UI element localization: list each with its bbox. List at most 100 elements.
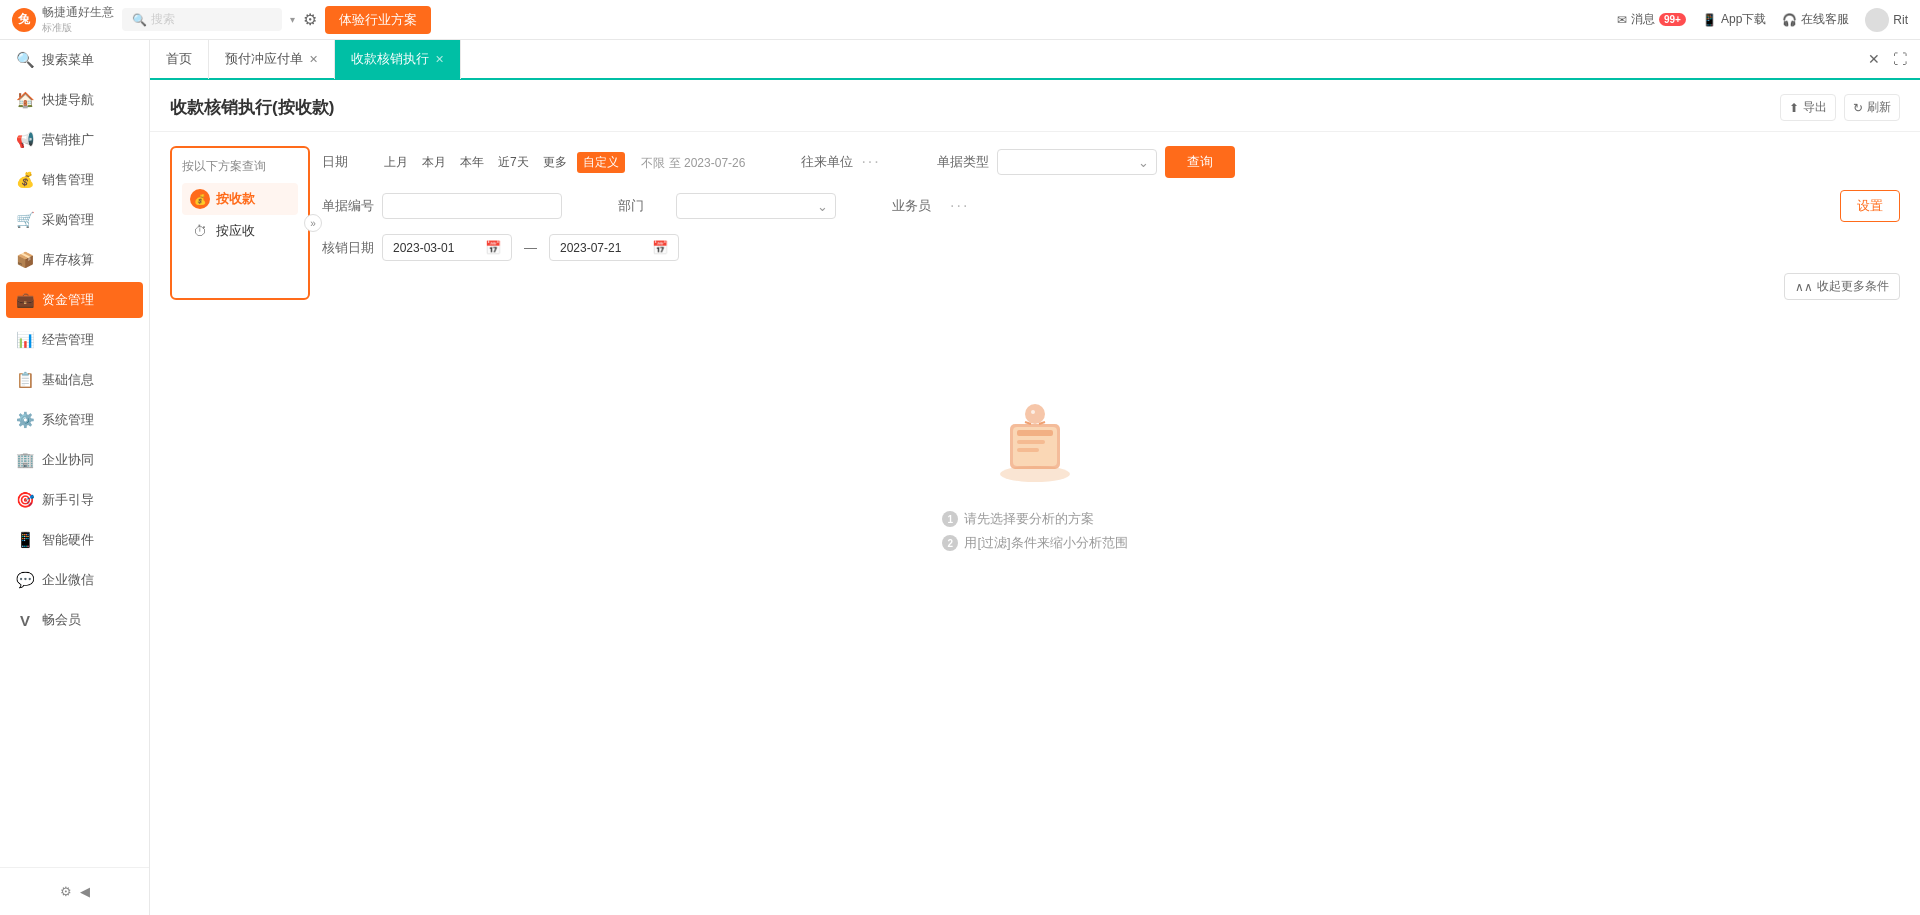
close-tab-button[interactable]: ✕	[1862, 47, 1886, 71]
quick-nav-icon: 🏠	[16, 91, 34, 109]
empty-tip-2: 2 用[过滤]条件来缩小分析范围	[942, 534, 1127, 552]
tab-prepay[interactable]: 预付冲应付单 ✕	[209, 40, 335, 79]
calendar-to-icon[interactable]: 📅	[652, 240, 668, 255]
purchase-icon: 🛒	[16, 211, 34, 229]
sidebar-item-operations[interactable]: 📊 经营管理	[0, 320, 149, 360]
sidebar-item-smart-hw[interactable]: 📱 智能硬件	[0, 520, 149, 560]
sidebar-item-search-menu[interactable]: 🔍 搜索菜单	[0, 40, 149, 80]
by-receipt-icon: 💰	[190, 189, 210, 209]
sidebar-item-member[interactable]: V 畅会员	[0, 600, 149, 640]
wechat-icon: 💬	[16, 571, 34, 589]
message-icon: ✉	[1617, 13, 1627, 27]
topbar-right: ✉ 消息 99+ 📱 App下载 🎧 在线客服 Rit	[1617, 8, 1908, 32]
staff-label: 业务员	[892, 197, 942, 215]
filter-row-1: 日期 上月 本月 本年 近7天 更多 自定义	[322, 146, 1900, 178]
topbar-gear-icon[interactable]: ⚙	[303, 10, 317, 29]
sales-icon: 💰	[16, 171, 34, 189]
tab-receipt-verify[interactable]: 收款核销执行 ✕	[335, 40, 461, 79]
by-receivable-icon: ⏱	[190, 221, 210, 241]
filter-row-3: 核销日期 2023-03-01 📅 — 2023-07-21 📅	[322, 234, 1900, 261]
service-icon: 🎧	[1782, 13, 1797, 27]
expand-tab-button[interactable]: ⛶	[1888, 47, 1912, 71]
sidebar-item-finance[interactable]: 💼 资金管理	[6, 282, 143, 318]
app-download-button[interactable]: 📱 App下载	[1702, 11, 1766, 28]
messages-button[interactable]: ✉ 消息 99+	[1617, 11, 1686, 28]
filter-panel-title: 按以下方案查询	[182, 158, 298, 175]
tab-bar: 首页 预付冲应付单 ✕ 收款核销执行 ✕ ✕ ⛶	[150, 40, 1920, 80]
date-shortcut-7days[interactable]: 近7天	[494, 152, 533, 173]
voucher-type-select-wrap	[997, 149, 1157, 175]
sidebar-item-marketing[interactable]: 📢 营销推广	[0, 120, 149, 160]
sidebar-item-purchase[interactable]: 🛒 采购管理	[0, 200, 149, 240]
content-area: 首页 预付冲应付单 ✕ 收款核销执行 ✕ ✕ ⛶ 收款核销执行(按收款)	[150, 40, 1920, 915]
topbar-chevron-icon[interactable]: ▾	[290, 14, 295, 25]
date-shortcuts: 上月 本月 本年 近7天 更多 自定义	[380, 152, 625, 173]
tab-receipt-verify-close-icon[interactable]: ✕	[435, 53, 444, 66]
user-menu[interactable]: Rit	[1865, 8, 1908, 32]
sidebar-item-wechat[interactable]: 💬 企业微信	[0, 560, 149, 600]
search-input[interactable]: 🔍 搜索	[122, 8, 282, 31]
voucher-type-select[interactable]	[997, 149, 1157, 175]
svg-point-7	[1031, 410, 1035, 414]
search-icon: 🔍	[132, 13, 147, 27]
sidebar-bottom-row: ⚙ ◀	[0, 876, 149, 907]
sidebar-item-inventory[interactable]: 📦 库存核算	[0, 240, 149, 280]
page-header: 收款核销执行(按收款) ⬆ 导出 ↻ 刷新	[150, 80, 1920, 132]
query-button[interactable]: 查询	[1165, 146, 1235, 178]
date-shortcut-this-year[interactable]: 本年	[456, 152, 488, 173]
verify-date-from-input[interactable]: 2023-03-01 📅	[382, 234, 512, 261]
filter-by-receipt[interactable]: 💰 按收款	[182, 183, 298, 215]
sidebar-item-basic-info[interactable]: 📋 基础信息	[0, 360, 149, 400]
verify-date-to-input[interactable]: 2023-07-21 📅	[549, 234, 679, 261]
operations-icon: 📊	[16, 331, 34, 349]
counterparty-label: 往来单位	[801, 153, 853, 171]
filter-form: 日期 上月 本月 本年 近7天 更多 自定义	[322, 146, 1900, 300]
tab-prepay-close-icon[interactable]: ✕	[309, 53, 318, 66]
member-icon: V	[16, 612, 34, 629]
empty-tip-1: 1 请先选择要分析的方案	[942, 510, 1127, 528]
date-label: 日期	[322, 153, 372, 171]
sidebar-item-quick-nav[interactable]: 🏠 快捷导航	[0, 80, 149, 120]
sidebar-item-guide[interactable]: 🎯 新手引导	[0, 480, 149, 520]
settings-bottom-icon[interactable]: ⚙	[60, 884, 72, 899]
filter-by-receivable[interactable]: ⏱ 按应收	[182, 215, 298, 247]
sidebar-item-sales[interactable]: 💰 销售管理	[0, 160, 149, 200]
calendar-from-icon[interactable]: 📅	[485, 240, 501, 255]
date-dash: —	[524, 240, 537, 255]
basic-info-icon: 📋	[16, 371, 34, 389]
refresh-button[interactable]: ↻ 刷新	[1844, 94, 1900, 121]
filter-left-panel: 按以下方案查询 💰 按收款 ⏱ 按应收 »	[170, 146, 310, 300]
voucher-type-label: 单据类型	[937, 153, 989, 171]
setting-button[interactable]: 设置	[1840, 190, 1900, 222]
topbar-left: 兔 畅捷通好生意 标准版 🔍 搜索 ▾ ⚙ 体验行业方案	[12, 4, 431, 35]
online-service-button[interactable]: 🎧 在线客服	[1782, 11, 1849, 28]
export-button[interactable]: ⬆ 导出	[1780, 94, 1836, 121]
sidebar-item-system[interactable]: ⚙️ 系统管理	[0, 400, 149, 440]
page-inner: 收款核销执行(按收款) ⬆ 导出 ↻ 刷新	[150, 80, 1920, 915]
filter-panel-collapse-icon[interactable]: »	[304, 214, 322, 232]
avatar	[1865, 8, 1889, 32]
date-shortcut-custom[interactable]: 自定义	[577, 152, 625, 173]
refresh-icon: ↻	[1853, 101, 1863, 115]
date-no-limit: 不限 至 2023-07-26	[641, 155, 746, 172]
filter-voucher-type-field: 单据类型 查询	[937, 146, 1235, 178]
empty-illustration	[985, 394, 1085, 494]
staff-dots: ···	[950, 197, 969, 215]
system-icon: ⚙️	[16, 411, 34, 429]
search-menu-icon: 🔍	[16, 51, 34, 69]
main-layout: 🔍 搜索菜单 🏠 快捷导航 📢 营销推广 💰 销售管理 🛒 采购管理 📦 库存核…	[0, 40, 1920, 915]
finance-icon: 💼	[16, 291, 34, 309]
dept-label: 部门	[618, 197, 668, 215]
date-shortcut-more[interactable]: 更多	[539, 152, 571, 173]
filter-actions-row: ∧∧ 收起更多条件	[322, 273, 1900, 300]
sidebar-item-enterprise[interactable]: 🏢 企业协同	[0, 440, 149, 480]
tab-home[interactable]: 首页	[150, 40, 209, 79]
collapse-more-button[interactable]: ∧∧ 收起更多条件	[1784, 273, 1900, 300]
dept-select[interactable]	[676, 193, 836, 219]
page-header-actions: ⬆ 导出 ↻ 刷新	[1780, 94, 1900, 121]
sidebar-collapse-icon[interactable]: ◀	[80, 884, 90, 899]
voucher-no-input[interactable]	[382, 193, 562, 219]
solution-button[interactable]: 体验行业方案	[325, 6, 431, 34]
date-shortcut-this-month[interactable]: 本月	[418, 152, 450, 173]
date-shortcut-last-month[interactable]: 上月	[380, 152, 412, 173]
